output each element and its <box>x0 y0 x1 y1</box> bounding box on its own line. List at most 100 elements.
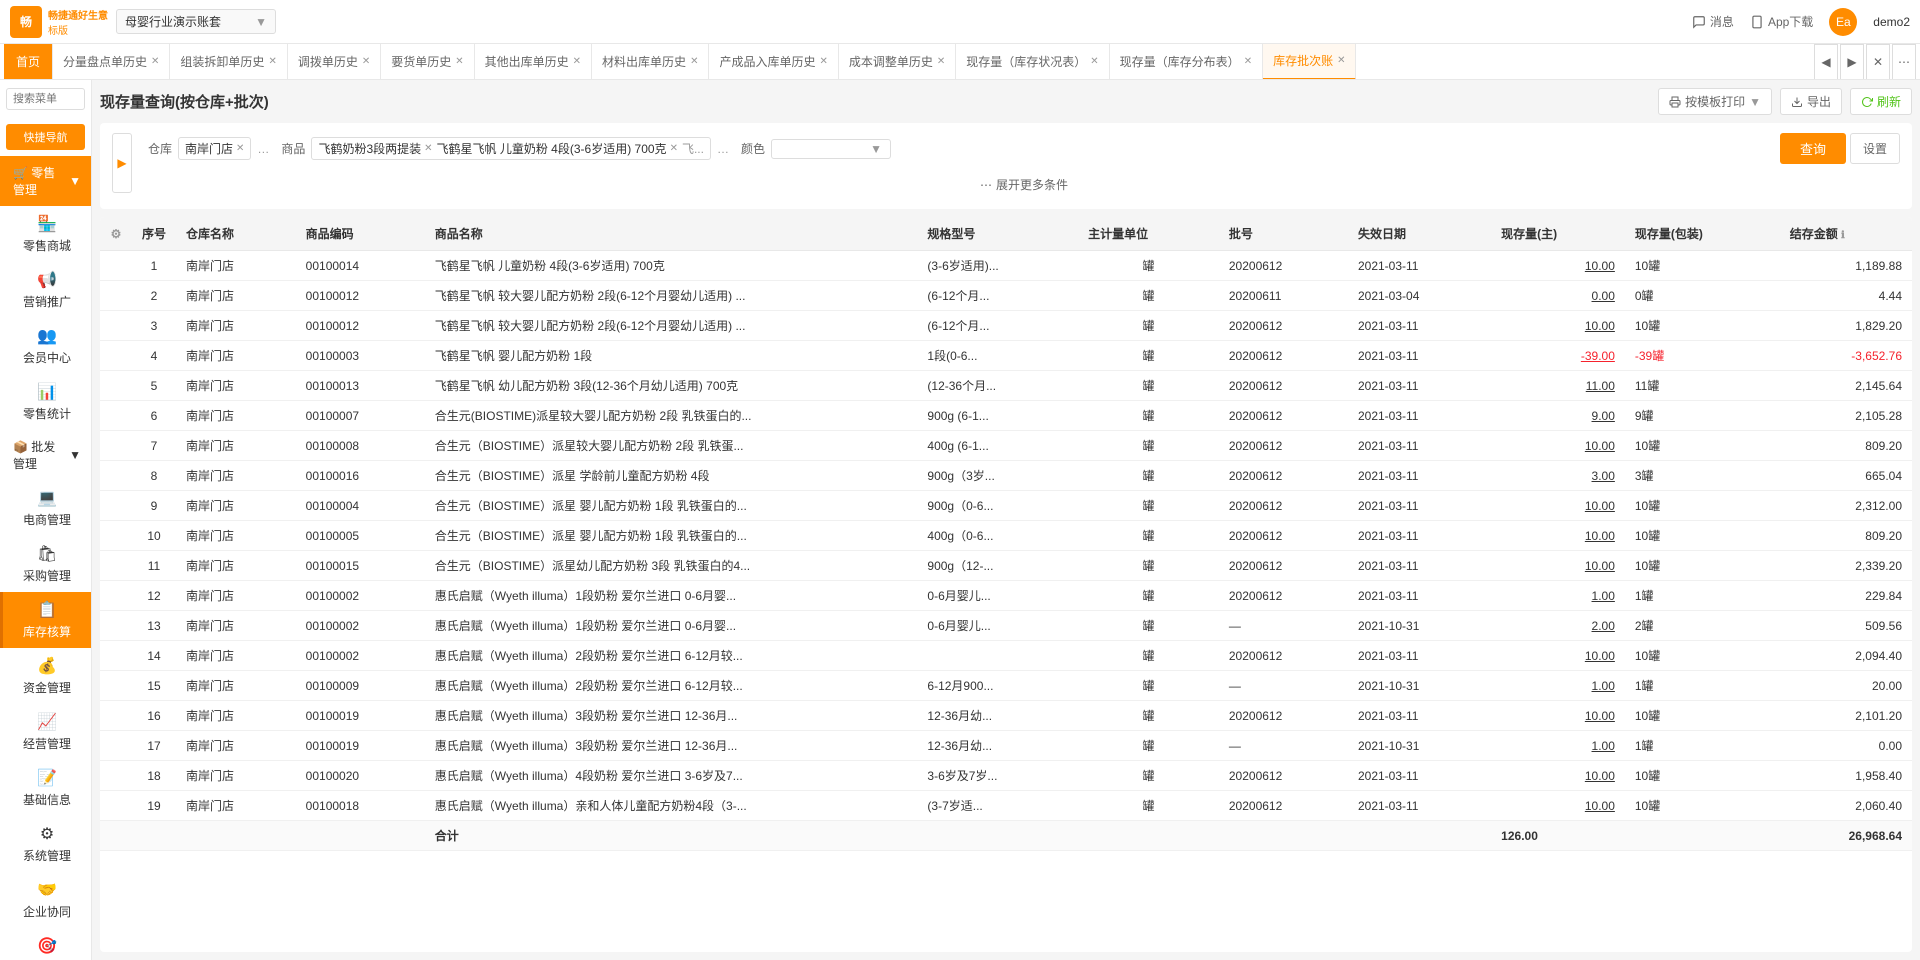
tab-material-outbound[interactable]: 材料出库单历史 ✕ <box>592 44 709 80</box>
warehouse-selector[interactable]: 母婴行业演示账套 ▼ <box>116 9 276 34</box>
product-filter-more[interactable]: … <box>717 142 729 156</box>
sidebar-item-retail-mgmt[interactable]: 🛒 零售管理 ▼ <box>0 156 91 206</box>
col-batch: 批号 <box>1219 217 1348 251</box>
avatar[interactable]: Ea <box>1829 8 1857 36</box>
tab-close-all-btn[interactable]: ✕ <box>1866 44 1890 80</box>
message-btn[interactable]: 消息 <box>1692 13 1734 30</box>
tab-inventory-history-1[interactable]: 分量盘点单历史 ✕ <box>53 44 170 80</box>
table-container: ⚙ 序号 仓库名称 商品编码 商品名称 规格型号 主计量单位 批号 失效日期 现… <box>100 217 1912 952</box>
app-download-btn[interactable]: App下载 <box>1750 13 1813 30</box>
table-row: 4 南岸门店 00100003 飞鹤星飞帆 婴儿配方奶粉 1段 1段(0-6..… <box>100 341 1912 371</box>
tab-inventory-distribution[interactable]: 现存量（库存分布表） ✕ <box>1110 44 1263 80</box>
table-row: 5 南岸门店 00100013 飞鹤星飞帆 幼儿配方奶粉 3段(12-36个月幼… <box>100 371 1912 401</box>
table-row: 7 南岸门店 00100008 合生元（BIOSTIME）派星较大婴儿配方奶粉 … <box>100 431 1912 461</box>
tab-other-outbound[interactable]: 其他出库单历史 ✕ <box>475 44 592 80</box>
sidebar-item-operations[interactable]: 📈 经营管理 <box>0 704 91 760</box>
col-balance: 结存金额 ℹ <box>1780 217 1912 251</box>
query-btn-area: 查询 设置 <box>1780 133 1900 164</box>
product-filter: 商品 飞鹤奶粉3段两提装 ✕ 飞鹤星飞帆 儿童奶粉 4段(3-6岁适用) 700… <box>281 137 729 160</box>
table-row: 15 南岸门店 00100009 惠氏启赋（Wyeth illuma）2段奶粉 … <box>100 671 1912 701</box>
tab-assembly[interactable]: 组装拆卸单历史 ✕ <box>170 44 287 80</box>
sidebar-item-marketing[interactable]: 📢 营销推广 <box>0 262 91 318</box>
expand-more-btn[interactable]: ⋯ 展开更多条件 <box>980 176 1068 193</box>
tab-bar: 首页 分量盘点单历史 ✕ 组装拆卸单历史 ✕ 调拨单历史 ✕ 要货单历史 ✕ 其… <box>0 44 1920 80</box>
tab-inventory-batch[interactable]: 库存批次账 ✕ <box>1263 44 1356 80</box>
warehouse-filter-label: 仓库 <box>148 140 172 157</box>
search-input[interactable] <box>6 88 85 110</box>
sidebar: 快捷导航 🛒 零售管理 ▼ 🏪 零售商城 📢 营销推广 👥 会员中心 📊 零售统… <box>0 80 92 960</box>
col-spec: 规格型号 <box>917 217 1078 251</box>
sidebar-item-retail-stats[interactable]: 📊 零售统计 <box>0 374 91 430</box>
tab-close-icon[interactable]: ✕ <box>690 56 698 67</box>
data-table: ⚙ 序号 仓库名称 商品编码 商品名称 规格型号 主计量单位 批号 失效日期 现… <box>100 217 1912 851</box>
warehouse-filter-more[interactable]: … <box>257 142 269 156</box>
tab-product-inbound[interactable]: 产成品入库单历史 ✕ <box>709 44 838 80</box>
tab-requisition[interactable]: 要货单历史 ✕ <box>381 44 474 80</box>
color-filter-label: 颜色 <box>741 140 765 157</box>
tab-transfer[interactable]: 调拨单历史 ✕ <box>288 44 381 80</box>
warehouse-filter: 仓库 南岸门店 ✕ … <box>148 137 269 160</box>
filter-expand-arrow[interactable]: ▶ <box>112 133 132 193</box>
table-row: 3 南岸门店 00100012 飞鹤星飞帆 较大婴儿配方奶粉 2段(6-12个月… <box>100 311 1912 341</box>
sidebar-item-system-mgmt[interactable]: ⚙ 系统管理 <box>0 816 91 872</box>
query-btn[interactable]: 查询 <box>1780 133 1846 164</box>
sidebar-item-new-guide[interactable]: 🎯 新手引导 <box>0 928 91 960</box>
expand-more-row: ⋯ 展开更多条件 <box>148 170 1900 199</box>
content-area: 现存量查询(按仓库+批次) 按模板打印 ▼ 导出 刷新 <box>92 80 1920 960</box>
logo-text: 畅捷通好生意 标版 <box>48 7 108 37</box>
tab-close-icon[interactable]: ✕ <box>819 56 827 67</box>
refresh-btn[interactable]: 刷新 <box>1850 88 1912 115</box>
sidebar-quick-nav: 快捷导航 <box>0 118 91 156</box>
product-tag-1-close[interactable]: ✕ <box>424 143 432 154</box>
col-qty-main: 现存量(主) <box>1491 217 1625 251</box>
sidebar-item-inventory-check[interactable]: 📋 库存核算 <box>0 592 91 648</box>
sidebar-item-ecommerce[interactable]: 💻 电商管理 <box>0 480 91 536</box>
product-tag-2-close[interactable]: ✕ <box>670 143 678 154</box>
sidebar-item-retail-mall[interactable]: 🏪 零售商城 <box>0 206 91 262</box>
tab-inventory-status[interactable]: 现存量（库存状况表） ✕ <box>956 44 1109 80</box>
tab-close-icon[interactable]: ✕ <box>1337 55 1345 66</box>
sidebar-item-purchase[interactable]: 🛍 采购管理 <box>0 536 91 592</box>
tab-close-icon[interactable]: ✕ <box>573 56 581 67</box>
product-tag-group: 飞鹤奶粉3段两提装 ✕ 飞鹤星飞帆 儿童奶粉 4段(3-6岁适用) 700克 ✕… <box>311 137 711 160</box>
warehouse-tag-close[interactable]: ✕ <box>236 143 244 154</box>
tab-next-btn[interactable]: ▶ <box>1840 44 1864 80</box>
sidebar-item-wholesale[interactable]: 📦 批发管理 ▼ <box>0 430 91 480</box>
table-row: 1 南岸门店 00100014 飞鹤星飞帆 儿童奶粉 4段(3-6岁适用) 70… <box>100 251 1912 281</box>
tab-close-icon[interactable]: ✕ <box>268 56 276 67</box>
sidebar-item-finance[interactable]: 💰 资金管理 <box>0 648 91 704</box>
sidebar-item-member-center[interactable]: 👥 会员中心 <box>0 318 91 374</box>
footer-label: 合计 <box>425 821 918 851</box>
tab-close-icon[interactable]: ✕ <box>937 56 945 67</box>
warehouse-tag-group: 南岸门店 ✕ <box>178 137 251 160</box>
tab-cost-adjust[interactable]: 成本调整单历史 ✕ <box>839 44 956 80</box>
tab-close-icon[interactable]: ✕ <box>1244 56 1252 67</box>
col-unit: 主计量单位 <box>1078 217 1219 251</box>
tab-close-icon[interactable]: ✕ <box>1090 56 1098 67</box>
col-qty-pkg: 现存量(包装) <box>1625 217 1780 251</box>
col-num: 序号 <box>132 217 176 251</box>
sidebar-item-enterprise-coop[interactable]: 🤝 企业协同 <box>0 872 91 928</box>
col-product-code: 商品编码 <box>296 217 425 251</box>
settings-icon[interactable]: ⚙ <box>111 227 122 241</box>
table-row: 12 南岸门店 00100002 惠氏启赋（Wyeth illuma）1段奶粉 … <box>100 581 1912 611</box>
filter-row: 仓库 南岸门店 ✕ … 商品 <box>148 133 1900 164</box>
product-tag-more[interactable]: 飞... <box>682 140 704 157</box>
table-row: 10 南岸门店 00100005 合生元（BIOSTIME）派星 婴儿配方奶粉 … <box>100 521 1912 551</box>
tab-close-icon[interactable]: ✕ <box>455 56 463 67</box>
main-layout: 快捷导航 🛒 零售管理 ▼ 🏪 零售商城 📢 营销推广 👥 会员中心 📊 零售统… <box>0 80 1920 960</box>
color-select[interactable]: ▼ <box>771 139 891 159</box>
export-btn[interactable]: 导出 <box>1780 88 1842 115</box>
print-btn[interactable]: 按模板打印 ▼ <box>1658 88 1772 115</box>
tab-close-icon[interactable]: ✕ <box>151 56 159 67</box>
page-header: 现存量查询(按仓库+批次) 按模板打印 ▼ 导出 刷新 <box>100 88 1912 115</box>
col-settings[interactable]: ⚙ <box>100 217 132 251</box>
tab-close-icon[interactable]: ✕ <box>362 56 370 67</box>
sidebar-item-basic-info[interactable]: 📝 基础信息 <box>0 760 91 816</box>
tab-prev-btn[interactable]: ◀ <box>1814 44 1838 80</box>
tab-refresh-btn[interactable]: ⋯ <box>1892 44 1916 80</box>
tab-home[interactable]: 首页 <box>4 44 53 80</box>
col-product-name: 商品名称 <box>425 217 918 251</box>
quick-nav-btn[interactable]: 快捷导航 <box>6 124 85 150</box>
setting-btn[interactable]: 设置 <box>1850 133 1900 164</box>
